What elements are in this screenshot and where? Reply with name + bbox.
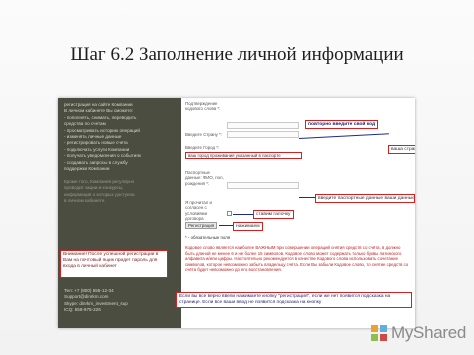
your-country-callout: ваша страна — [388, 145, 415, 154]
info-sidebar: регистрация на сайте Компании В личном к… — [58, 98, 181, 328]
myshared-logo: MyShared — [370, 322, 470, 344]
arrow-line — [299, 197, 315, 199]
register-hint-callout: Если вы все верно ввели нажимаете кнопку… — [176, 292, 412, 309]
passport-callout: введите паспортные данные ваши данные вл… — [315, 194, 415, 203]
arrow-line — [219, 225, 233, 227]
country-field[interactable] — [227, 131, 299, 138]
arrow-line — [298, 133, 389, 140]
contact-icq: ICQ: 558-975-226 — [64, 307, 101, 313]
codeword-confirm-label: Подтверждение кодового слова *: — [185, 101, 221, 112]
city-label: Введите Город *: — [185, 145, 220, 150]
codeword-confirm-field[interactable] — [227, 122, 299, 129]
required-fields-note: * - обязательные поля — [185, 235, 231, 240]
contact-links: Тел: +7 (800) 555-12-34 Support@dinrkm.c… — [64, 288, 176, 314]
passport-field[interactable] — [227, 182, 299, 189]
logo-text: MyShared — [391, 323, 467, 342]
press-callout: нажимаем — [233, 222, 263, 231]
city-field-value: ваш город проживания указанный в паспорт… — [188, 153, 281, 158]
logo-icon — [371, 325, 387, 341]
repeat-codeword-callout: повторно введите свой код — [305, 120, 379, 129]
warning-callout: Внимание! После успешной регистрации в В… — [60, 250, 168, 278]
city-field[interactable]: ваш город проживания указанный в паспорт… — [185, 152, 302, 159]
arrow-line — [233, 214, 253, 216]
tick-callout: ставим галочку — [253, 210, 294, 219]
info-line: в личном кабинете. — [64, 198, 106, 204]
country-label: Введите Страну *: — [185, 132, 223, 137]
slide-title: Шаг 6.2 Заполнение личной информации — [70, 44, 404, 65]
agree-label: Я прочитал и согласен с условиями догово… — [185, 200, 212, 222]
registration-form: Подтверждение кодового слова *: повторно… — [176, 98, 415, 328]
codeword-info-text: Кодовое слово является наиболее ВАЖНЫМ п… — [185, 245, 409, 273]
passport-label: Паспортные данные: ФИО, пол, рождения *: — [185, 170, 224, 186]
slide: Шаг 6.2 Заполнение личной информации рег… — [0, 0, 474, 355]
info-text: регистрация на сайте Компании В личном к… — [64, 102, 176, 205]
agree-checkbox[interactable] — [227, 211, 232, 216]
register-button[interactable]: Регистрация — [185, 222, 218, 229]
registration-screenshot: регистрация на сайте Компании В личном к… — [58, 98, 415, 328]
